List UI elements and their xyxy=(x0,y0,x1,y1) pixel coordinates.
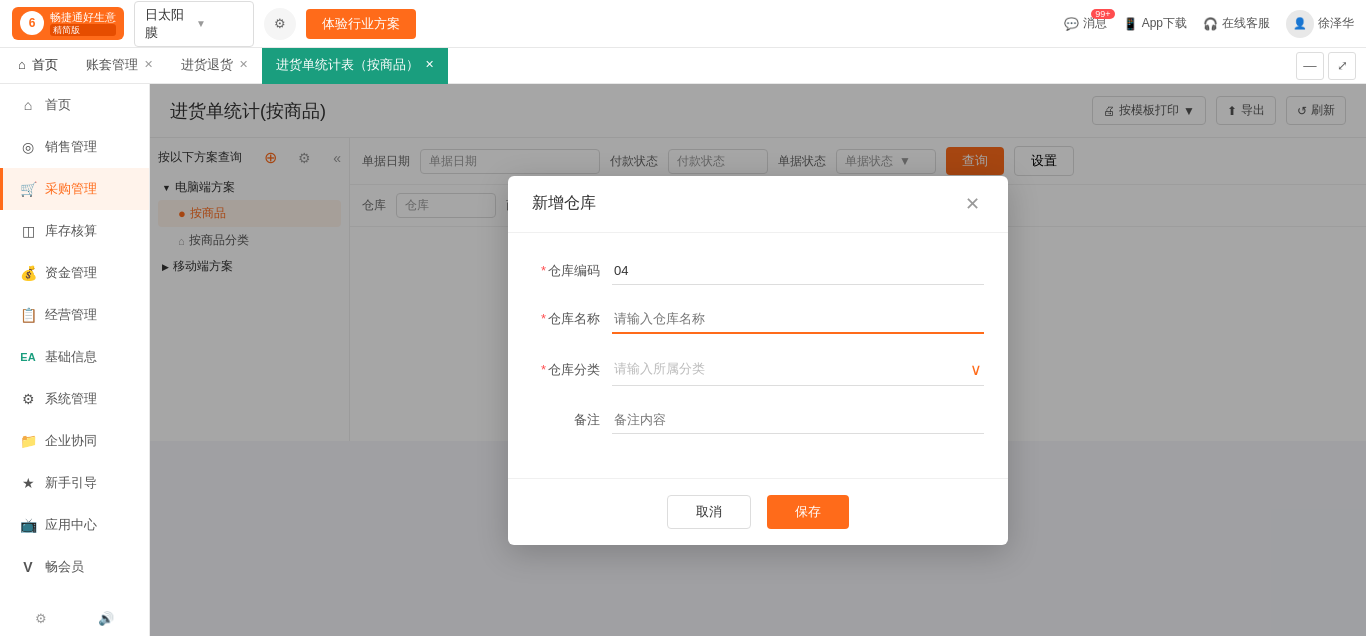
trial-button[interactable]: 体验行业方案 xyxy=(306,9,416,39)
modal-footer: 取消 保存 xyxy=(508,478,1008,545)
warehouse-code-input[interactable] xyxy=(612,257,984,285)
header-right: 💬 消息 99+ 📱 App下载 🎧 在线客服 👤 徐泽华 xyxy=(1064,10,1354,38)
home-icon: ⌂ xyxy=(18,57,26,72)
user-avatar: 👤 xyxy=(1286,10,1314,38)
warehouse-name-input[interactable] xyxy=(612,305,984,334)
sidebar-item-purchase[interactable]: 🛒 采购管理 xyxy=(0,168,149,210)
tab-home[interactable]: ⌂ 首页 xyxy=(4,48,72,84)
tab-close-1[interactable]: ✕ xyxy=(144,58,153,71)
note-label: 备注 xyxy=(532,411,612,429)
warehouse-note-input[interactable] xyxy=(612,406,984,434)
sidebar-item-inventory[interactable]: ◫ 库存核算 xyxy=(0,210,149,252)
sidebar-volume-icon[interactable]: 🔊 xyxy=(98,611,114,626)
logo-badge: 精简版 xyxy=(50,24,116,37)
sidebar-item-system[interactable]: ⚙ 系统管理 xyxy=(0,378,149,420)
sidebar-item-member[interactable]: V 畅会员 xyxy=(0,546,149,588)
enterprise-icon: 📁 xyxy=(19,433,37,449)
top-header: 6 畅捷通好生意 精简版 日太阳膜 ▼ ⚙ 体验行业方案 💬 消息 99+ 📱 … xyxy=(0,0,1366,48)
tab-maximize-button[interactable]: ⤢ xyxy=(1328,52,1356,80)
tab-close-2[interactable]: ✕ xyxy=(239,58,248,71)
logo-area[interactable]: 6 畅捷通好生意 精简版 xyxy=(12,7,124,41)
member-icon: V xyxy=(19,559,37,575)
online-service-item[interactable]: 🎧 在线客服 xyxy=(1203,15,1270,32)
tab-purchase-return[interactable]: 进货退货 ✕ xyxy=(167,48,262,84)
modal-title: 新增仓库 xyxy=(532,193,596,214)
category-select[interactable]: 请输入所属分类 ∨ xyxy=(612,354,984,386)
logo-icon: 6 xyxy=(20,11,44,35)
sidebar-item-finance[interactable]: 💰 资金管理 xyxy=(0,252,149,294)
category-label: 仓库分类 xyxy=(532,361,612,379)
guide-icon: ★ xyxy=(19,475,37,491)
message-icon: 💬 xyxy=(1064,17,1079,31)
logo-text: 畅捷通好生意 精简版 xyxy=(50,11,116,37)
modal-header: 新增仓库 ✕ xyxy=(508,176,1008,233)
app-center-icon: 📺 xyxy=(19,517,37,533)
app-download-item[interactable]: 📱 App下载 xyxy=(1123,15,1187,32)
sidebar-settings-icon[interactable]: ⚙ xyxy=(35,611,47,626)
warehouse-note-field: 备注 xyxy=(532,406,984,434)
category-arrow-icon: ∨ xyxy=(970,360,982,379)
sidebar: ⌂ 首页 ◎ 销售管理 🛒 采购管理 ◫ 库存核算 💰 资金管理 📋 经营管理 … xyxy=(0,84,150,636)
sidebar-item-sales[interactable]: ◎ 销售管理 xyxy=(0,126,149,168)
home-sidebar-icon: ⌂ xyxy=(19,97,37,113)
modal-overlay[interactable]: 新增仓库 ✕ 仓库编码 仓库名称 仓库 xyxy=(150,84,1366,636)
tab-minimize-button[interactable]: — xyxy=(1296,52,1324,80)
category-placeholder: 请输入所属分类 xyxy=(614,360,705,378)
sidebar-item-home[interactable]: ⌂ 首页 xyxy=(0,84,149,126)
name-label: 仓库名称 xyxy=(532,310,612,328)
purchase-icon: 🛒 xyxy=(19,181,37,197)
notification-badge: 99+ xyxy=(1091,9,1114,19)
save-button[interactable]: 保存 xyxy=(767,495,849,529)
modal-body: 仓库编码 仓库名称 仓库分类 请输入所属分类 ∨ xyxy=(508,233,1008,478)
sidebar-item-basic-info[interactable]: EA 基础信息 xyxy=(0,336,149,378)
settings-icon[interactable]: ⚙ xyxy=(264,8,296,40)
operation-icon: 📋 xyxy=(19,307,37,323)
system-icon: ⚙ xyxy=(19,391,37,407)
warehouse-name-field: 仓库名称 xyxy=(532,305,984,334)
tab-purchase-stats[interactable]: 进货单统计表（按商品） ✕ xyxy=(262,48,448,84)
content-area: 进货单统计(按商品) 🖨 按模板打印 ▼ ⬆ 导出 ↺ 刷新 xyxy=(150,84,1366,636)
store-arrow-icon: ▼ xyxy=(196,18,243,29)
tab-bar: ⌂ 首页 账套管理 ✕ 进货退货 ✕ 进货单统计表（按商品） ✕ — ⤢ xyxy=(0,48,1366,84)
modal-close-icon[interactable]: ✕ xyxy=(960,192,984,216)
modal-dialog: 新增仓库 ✕ 仓库编码 仓库名称 仓库 xyxy=(508,176,1008,545)
tab-account-management[interactable]: 账套管理 ✕ xyxy=(72,48,167,84)
code-label: 仓库编码 xyxy=(532,262,612,280)
sidebar-item-operation[interactable]: 📋 经营管理 xyxy=(0,294,149,336)
sales-icon: ◎ xyxy=(19,139,37,155)
warehouse-code-field: 仓库编码 xyxy=(532,257,984,285)
sidebar-item-enterprise[interactable]: 📁 企业协同 xyxy=(0,420,149,462)
store-selector[interactable]: 日太阳膜 ▼ xyxy=(134,1,254,47)
main-layout: ⌂ 首页 ◎ 销售管理 🛒 采购管理 ◫ 库存核算 💰 资金管理 📋 经营管理 … xyxy=(0,84,1366,636)
tab-close-3[interactable]: ✕ xyxy=(425,58,434,71)
inventory-icon: ◫ xyxy=(19,223,37,239)
basic-info-icon: EA xyxy=(19,351,37,363)
sidebar-item-app-center[interactable]: 📺 应用中心 xyxy=(0,504,149,546)
sidebar-item-guide[interactable]: ★ 新手引导 xyxy=(0,462,149,504)
cancel-button[interactable]: 取消 xyxy=(667,495,751,529)
finance-icon: 💰 xyxy=(19,265,37,281)
user-profile[interactable]: 👤 徐泽华 xyxy=(1286,10,1354,38)
messages-icon-item[interactable]: 💬 消息 99+ xyxy=(1064,15,1107,32)
mobile-icon: 📱 xyxy=(1123,17,1138,31)
headset-icon: 🎧 xyxy=(1203,17,1218,31)
warehouse-category-field: 仓库分类 请输入所属分类 ∨ xyxy=(532,354,984,386)
